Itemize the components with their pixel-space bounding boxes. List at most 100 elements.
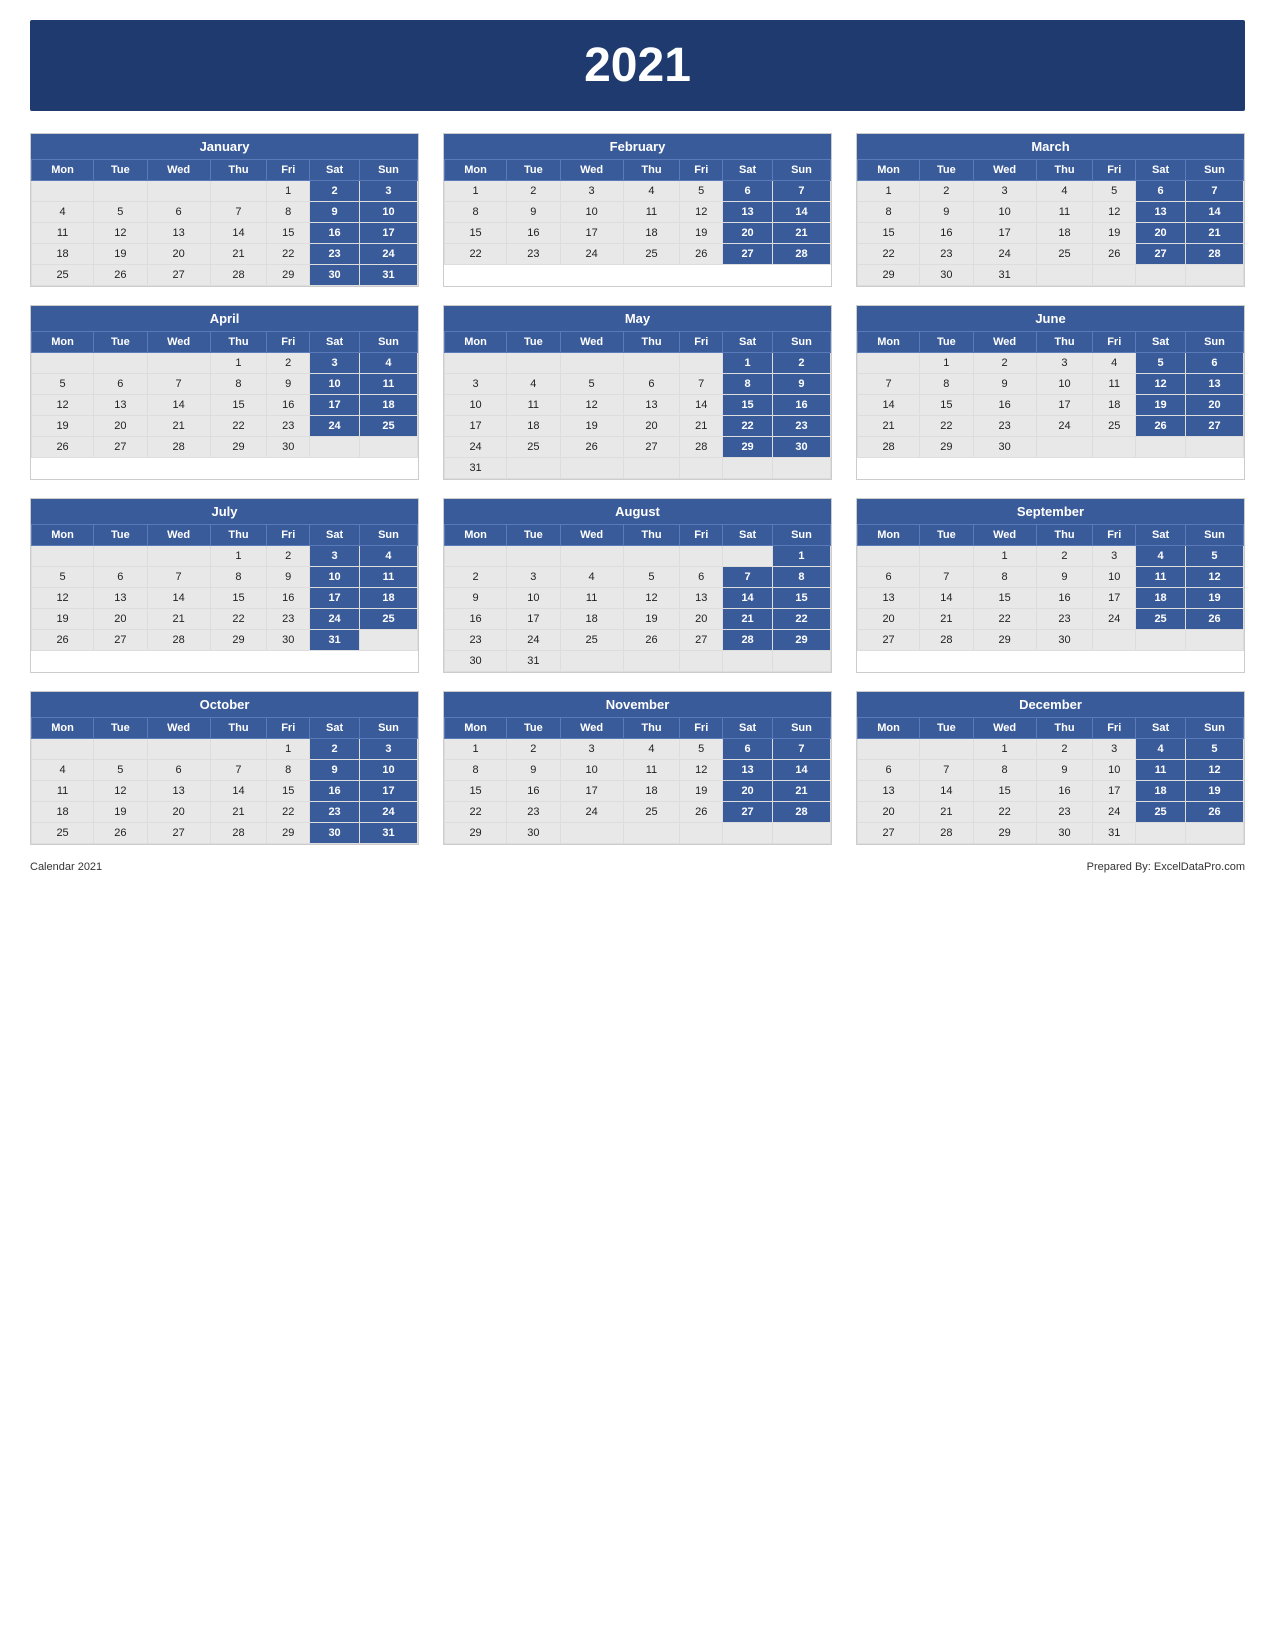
calendar-day: 1 — [267, 739, 310, 760]
calendar-day: 7 — [858, 374, 920, 395]
calendar-day: 25 — [623, 802, 680, 823]
calendar-day: 15 — [210, 588, 267, 609]
calendar-day: 18 — [359, 588, 417, 609]
calendar-day: 8 — [267, 760, 310, 781]
calendar-day: 1 — [723, 353, 773, 374]
month-table: MonTueWedThuFriSatSun1234567891011121314… — [31, 159, 418, 286]
calendar-day: 8 — [445, 202, 507, 223]
calendar-day: 19 — [94, 802, 147, 823]
calendar-day — [623, 353, 680, 374]
calendar-day: 14 — [147, 395, 210, 416]
calendar-day: 21 — [210, 802, 267, 823]
calendar-day: 23 — [973, 416, 1036, 437]
calendar-day: 23 — [1036, 802, 1093, 823]
calendar-day: 9 — [507, 760, 560, 781]
calendar-day: 10 — [1036, 374, 1093, 395]
day-header-fri: Fri — [680, 332, 723, 353]
calendar-day: 7 — [147, 567, 210, 588]
calendar-day: 12 — [623, 588, 680, 609]
month-title: November — [444, 692, 831, 717]
calendar-day: 13 — [1185, 374, 1243, 395]
table-row: 21222324252627 — [858, 416, 1244, 437]
calendar-day: 23 — [920, 244, 973, 265]
calendar-day: 17 — [560, 781, 623, 802]
calendar-day: 18 — [623, 781, 680, 802]
day-header-fri: Fri — [1093, 718, 1136, 739]
month-title: April — [31, 306, 418, 331]
calendar-day: 25 — [507, 437, 560, 458]
calendar-day — [560, 353, 623, 374]
calendar-day: 15 — [445, 781, 507, 802]
calendar-day: 8 — [973, 567, 1036, 588]
calendar-day: 9 — [507, 202, 560, 223]
calendar-day: 21 — [920, 802, 973, 823]
calendar-day: 23 — [445, 630, 507, 651]
calendar-day: 11 — [1036, 202, 1093, 223]
calendar-day: 18 — [359, 395, 417, 416]
day-header-sat: Sat — [723, 525, 773, 546]
table-row: 2345678 — [445, 567, 831, 588]
calendar-day: 7 — [723, 567, 773, 588]
calendar-day: 31 — [973, 265, 1036, 286]
calendar-day: 30 — [973, 437, 1036, 458]
day-header-tue: Tue — [920, 160, 973, 181]
calendar-day: 26 — [32, 630, 94, 651]
calendar-day: 8 — [772, 567, 830, 588]
calendar-day: 8 — [920, 374, 973, 395]
calendar-day: 2 — [1036, 546, 1093, 567]
calendar-day — [147, 353, 210, 374]
calendar-day — [94, 739, 147, 760]
day-header-mon: Mon — [445, 525, 507, 546]
table-row: 2930 — [445, 823, 831, 844]
calendar-day: 13 — [94, 395, 147, 416]
calendar-day: 14 — [210, 223, 267, 244]
calendar-day: 25 — [1036, 244, 1093, 265]
calendar-day — [772, 651, 830, 672]
calendar-day: 31 — [1093, 823, 1136, 844]
calendar-day: 9 — [310, 202, 360, 223]
calendar-day: 28 — [858, 437, 920, 458]
day-header-thu: Thu — [1036, 332, 1093, 353]
table-row: 1234567 — [445, 181, 831, 202]
calendar-day: 22 — [267, 244, 310, 265]
calendar-day: 20 — [858, 609, 920, 630]
month-block-july: JulyMonTueWedThuFriSatSun123456789101112… — [30, 498, 419, 673]
calendar-day — [147, 181, 210, 202]
calendar-day — [1185, 437, 1243, 458]
calendar-day: 14 — [1185, 202, 1243, 223]
calendar-day: 22 — [772, 609, 830, 630]
table-row: 19202122232425 — [32, 609, 418, 630]
calendar-day: 28 — [680, 437, 723, 458]
calendar-day: 5 — [94, 760, 147, 781]
calendar-day — [723, 546, 773, 567]
table-row: 22232425262728 — [445, 244, 831, 265]
calendar-day: 6 — [723, 181, 773, 202]
table-row: 1234567 — [858, 181, 1244, 202]
calendar-day: 28 — [920, 823, 973, 844]
calendar-day: 29 — [267, 265, 310, 286]
calendar-day: 25 — [32, 265, 94, 286]
day-header-thu: Thu — [623, 332, 680, 353]
calendar-day: 21 — [858, 416, 920, 437]
calendar-day — [445, 546, 507, 567]
calendar-day: 11 — [32, 223, 94, 244]
day-header-tue: Tue — [94, 332, 147, 353]
calendar-day: 16 — [772, 395, 830, 416]
calendar-day: 16 — [1036, 588, 1093, 609]
calendar-day: 9 — [920, 202, 973, 223]
calendar-day — [680, 546, 723, 567]
calendar-day: 6 — [1185, 353, 1243, 374]
calendar-day — [680, 353, 723, 374]
calendar-day: 5 — [32, 567, 94, 588]
calendar-day: 23 — [507, 244, 560, 265]
table-row: 1234 — [32, 546, 418, 567]
table-row: 31 — [445, 458, 831, 479]
month-block-october: OctoberMonTueWedThuFriSatSun123456789101… — [30, 691, 419, 845]
calendar-day: 20 — [147, 244, 210, 265]
calendar-day: 20 — [680, 609, 723, 630]
calendar-day: 1 — [973, 739, 1036, 760]
day-header-fri: Fri — [267, 332, 310, 353]
calendar-day: 4 — [623, 739, 680, 760]
calendar-day — [94, 546, 147, 567]
calendar-day: 12 — [94, 223, 147, 244]
